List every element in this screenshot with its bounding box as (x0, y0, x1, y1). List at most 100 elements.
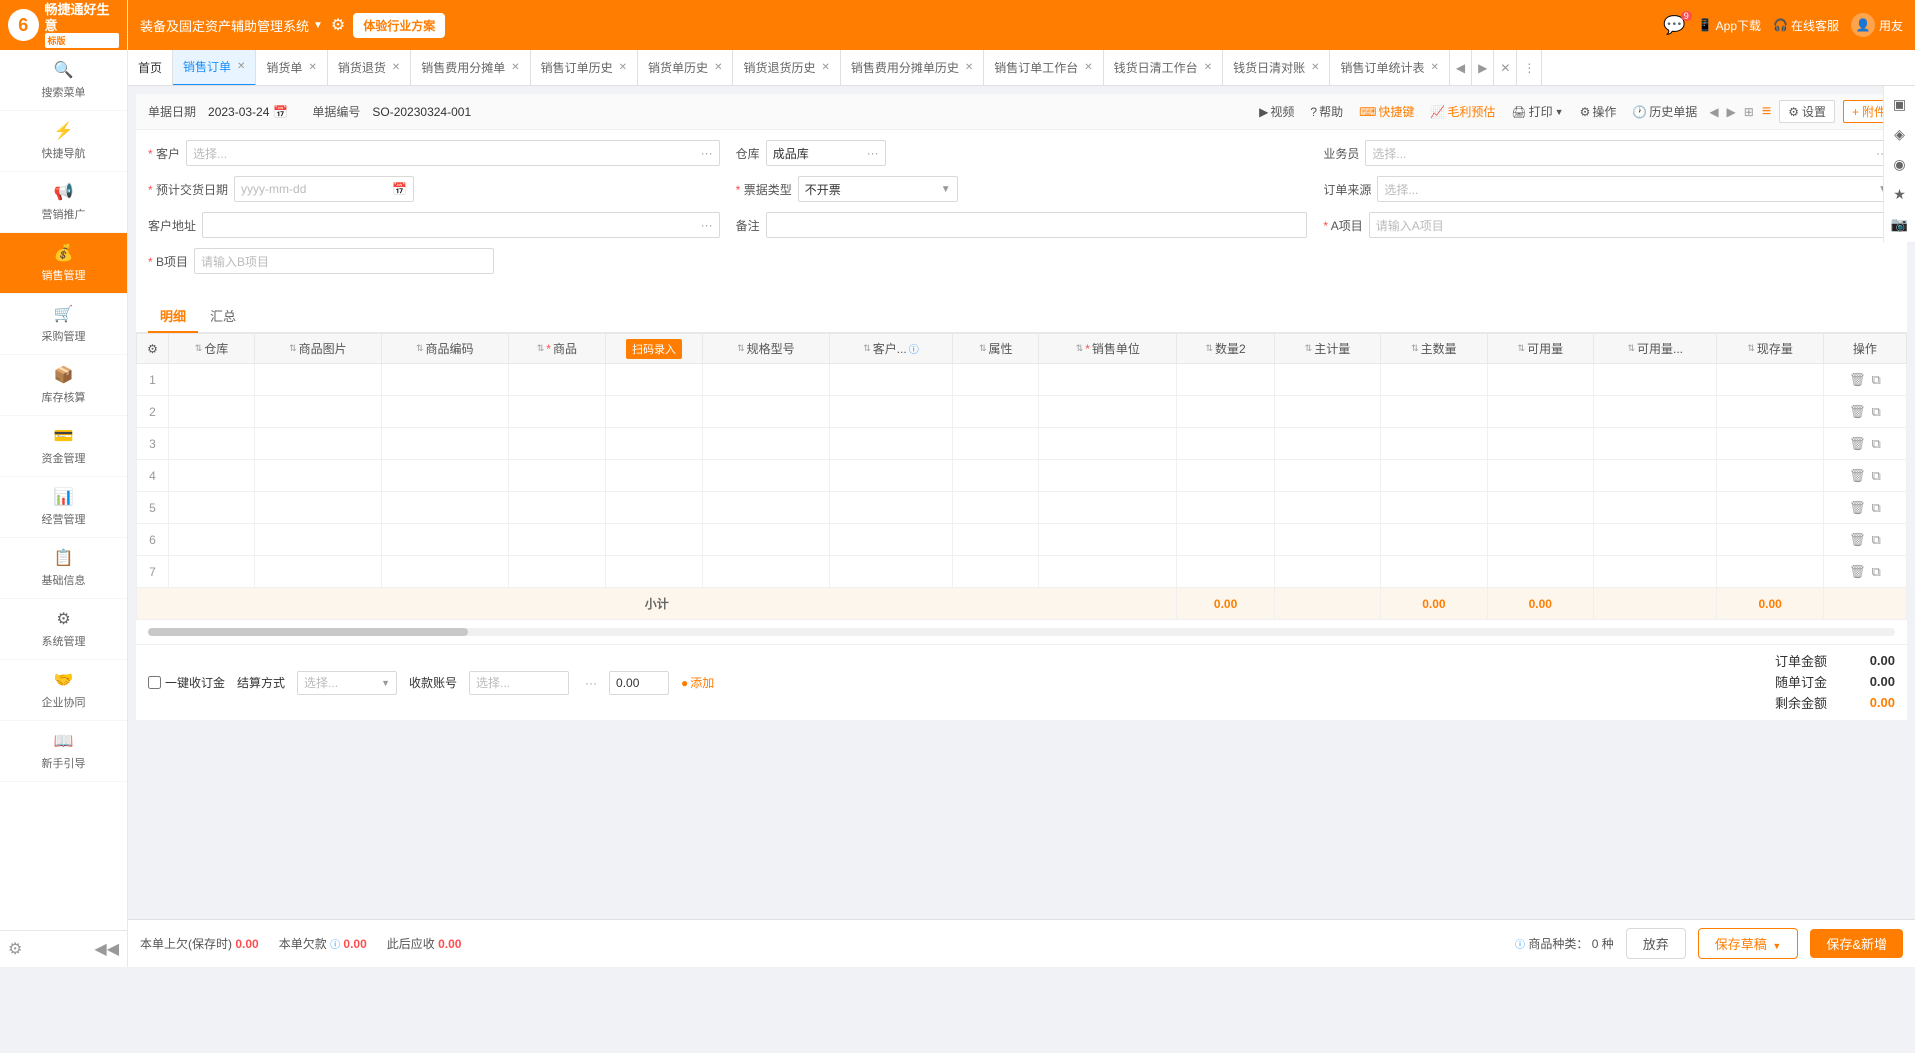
copy-row-4[interactable]: ⧉ (1872, 468, 1881, 484)
col-settings-icon[interactable]: ⚙ (147, 342, 158, 356)
customer-input-wrap[interactable]: 选择... ··· (186, 140, 720, 166)
th-main-qty[interactable]: ⇅ 主数量 (1381, 334, 1487, 364)
right-panel-icon-1[interactable]: ▣ (1886, 90, 1914, 118)
salesperson-input-wrap[interactable]: 选择... ··· (1365, 140, 1895, 166)
tab-close-expense-history[interactable]: ✕ (965, 62, 973, 73)
row-product-1[interactable] (508, 364, 605, 396)
scan-btn[interactable]: 扫码录入 (626, 339, 682, 359)
tab-close-daily-clear-workbench[interactable]: ✕ (1204, 62, 1212, 73)
save-draft-btn[interactable]: 保存草稿 ▼ (1698, 928, 1799, 959)
tab-order-stats[interactable]: 销售订单统计表 ✕ (1330, 50, 1449, 86)
delete-row-5[interactable]: 🗑 (1849, 500, 1866, 516)
expected-date-input-wrap[interactable]: yyyy-mm-dd 📅 (234, 176, 414, 202)
payment-amount[interactable]: 0.00 (609, 671, 669, 695)
order-source-input[interactable]: 选择... (1384, 181, 1878, 198)
row-scan-1[interactable] (606, 364, 703, 396)
th-product[interactable]: ⇅ *商品 (508, 334, 605, 364)
date-picker-icon[interactable]: 📅 (392, 182, 407, 196)
tab-close-daily-reconcile[interactable]: ✕ (1311, 62, 1319, 73)
tab-nav-close[interactable]: ✕ (1494, 50, 1517, 86)
invoice-type-select[interactable]: 不开票 ▼ (798, 176, 958, 202)
grid-view-icon[interactable]: ⊞ (1744, 105, 1754, 119)
th-available[interactable]: ⇅ 可用量 (1487, 334, 1593, 364)
tab-detail[interactable]: 明细 (148, 302, 198, 333)
tab-close-order-history[interactable]: ✕ (619, 62, 627, 73)
th-spec[interactable]: ⇅ 规格型号 (702, 334, 829, 364)
collapse-icon[interactable]: ◀◀ (94, 939, 119, 959)
row-cust-code-1[interactable] (829, 364, 952, 396)
th-customer-code[interactable]: ⇅ 客户... ⓘ (829, 334, 952, 364)
history-btn[interactable]: 🕐 历史单据 (1628, 101, 1701, 122)
tab-sales-order[interactable]: 销售订单 ✕ (173, 50, 256, 86)
right-panel-icon-5[interactable]: 📷 (1886, 210, 1914, 238)
sidebar-item-sales[interactable]: 💰 销售管理 (0, 233, 127, 294)
row-warehouse-1[interactable] (169, 364, 255, 396)
th-product-image[interactable]: ⇅ 商品图片 (255, 334, 382, 364)
info-icon[interactable]: ⓘ (909, 341, 919, 356)
tab-nav-next[interactable]: ▶ (1472, 50, 1494, 86)
tab-expense-split[interactable]: 销售费用分摊单 ✕ (411, 50, 530, 86)
goods-count-icon[interactable]: ⓘ (1515, 940, 1525, 951)
row-attr-1[interactable] (953, 364, 1039, 396)
sidebar-item-finance[interactable]: 💳 资金管理 (0, 416, 127, 477)
table-scrollbar[interactable] (148, 628, 1895, 636)
print-btn[interactable]: 🖨 打印 ▼ (1507, 101, 1567, 122)
address-input-wrap[interactable]: ··· (202, 212, 720, 238)
online-service-btn[interactable]: 🎧 在线客服 (1773, 17, 1839, 34)
th-unit[interactable]: ⇅ *销售单位 (1039, 334, 1177, 364)
row-spec-1[interactable] (702, 364, 829, 396)
right-panel-icon-3[interactable]: ◉ (1886, 150, 1914, 178)
app-download-btn[interactable]: 📱 App下载 (1698, 17, 1761, 34)
system-name-select[interactable]: 装备及固定资产辅助管理系统 ▼ (140, 16, 323, 35)
settings-btn[interactable]: ⚙ 设置 (1779, 100, 1835, 123)
sidebar-item-guide[interactable]: 📖 新手引导 (0, 721, 127, 782)
info-icon-footer[interactable]: ⓘ (330, 940, 340, 951)
copy-row-3[interactable]: ⧉ (1872, 436, 1881, 452)
th-warehouse[interactable]: ⇅ 仓库 (169, 334, 255, 364)
settlement-input[interactable]: 选择... (304, 674, 381, 691)
salesperson-input[interactable]: 选择... (1372, 145, 1872, 162)
add-payment-btn[interactable]: ● 添加 (681, 674, 714, 691)
row-main-unit-1[interactable] (1274, 364, 1380, 396)
tab-close-order-stats[interactable]: ✕ (1431, 62, 1439, 73)
tab-return-history[interactable]: 销货退货历史 ✕ (733, 50, 840, 86)
copy-row-5[interactable]: ⧉ (1872, 500, 1881, 516)
expected-date-input[interactable]: yyyy-mm-dd (241, 182, 392, 196)
sidebar-item-inventory[interactable]: 📦 库存核算 (0, 355, 127, 416)
one-click-checkbox[interactable] (148, 676, 161, 689)
sidebar-item-system[interactable]: ⚙ 系统管理 (0, 599, 127, 660)
copy-row-7[interactable]: ⧉ (1872, 564, 1881, 580)
tab-nav-menu[interactable]: ⋮ (1517, 50, 1542, 86)
th-available2[interactable]: ⇅ 可用量... (1594, 334, 1717, 364)
right-panel-icon-4[interactable]: ★ (1886, 180, 1914, 208)
a-project-input-wrap[interactable]: 请输入A项目 (1369, 212, 1895, 238)
copy-row-1[interactable]: ⧉ (1872, 372, 1881, 388)
tab-sales-invoice[interactable]: 销货单 ✕ (256, 50, 327, 86)
sidebar-item-operations[interactable]: 📊 经营管理 (0, 477, 127, 538)
th-product-code[interactable]: ⇅ 商品编码 (381, 334, 508, 364)
th-qty2[interactable]: ⇅ 数量2 (1177, 334, 1274, 364)
settings-icon-bottom[interactable]: ⚙ (8, 939, 22, 959)
discard-btn[interactable]: 放弃 (1626, 928, 1686, 959)
view-btn[interactable]: ▶ 视频 (1255, 101, 1298, 122)
copy-row-6[interactable]: ⧉ (1872, 532, 1881, 548)
customer-ellipsis[interactable]: ··· (701, 146, 713, 160)
warehouse-input-wrap[interactable]: 成品库 ··· (766, 140, 886, 166)
nav-next-icon[interactable]: ▶ (1727, 105, 1736, 119)
row-avail-1[interactable] (1487, 364, 1593, 396)
sidebar-item-marketing[interactable]: 📢 营销推广 (0, 172, 127, 233)
th-main-unit[interactable]: ⇅ 主计量 (1274, 334, 1380, 364)
delete-row-1[interactable]: 🗑 (1849, 372, 1866, 388)
b-project-input-wrap[interactable]: 请输入B项目 (194, 248, 494, 274)
tab-close-invoice-history[interactable]: ✕ (714, 62, 722, 73)
sidebar-item-quicknav[interactable]: ⚡ 快捷导航 (0, 111, 127, 172)
row-unit-1[interactable] (1039, 364, 1177, 396)
right-panel-icon-2[interactable]: ◈ (1886, 120, 1914, 148)
tab-close-sales-invoice[interactable]: ✕ (308, 62, 316, 73)
order-source-select[interactable]: 选择... ▼ (1377, 176, 1895, 202)
row-avail2-1[interactable] (1594, 364, 1717, 396)
sidebar-item-basic[interactable]: 📋 基础信息 (0, 538, 127, 599)
customer-input[interactable]: 选择... (193, 145, 697, 162)
user-avatar[interactable]: 👤 用友 (1851, 13, 1903, 37)
delete-row-7[interactable]: 🗑 (1849, 564, 1866, 580)
